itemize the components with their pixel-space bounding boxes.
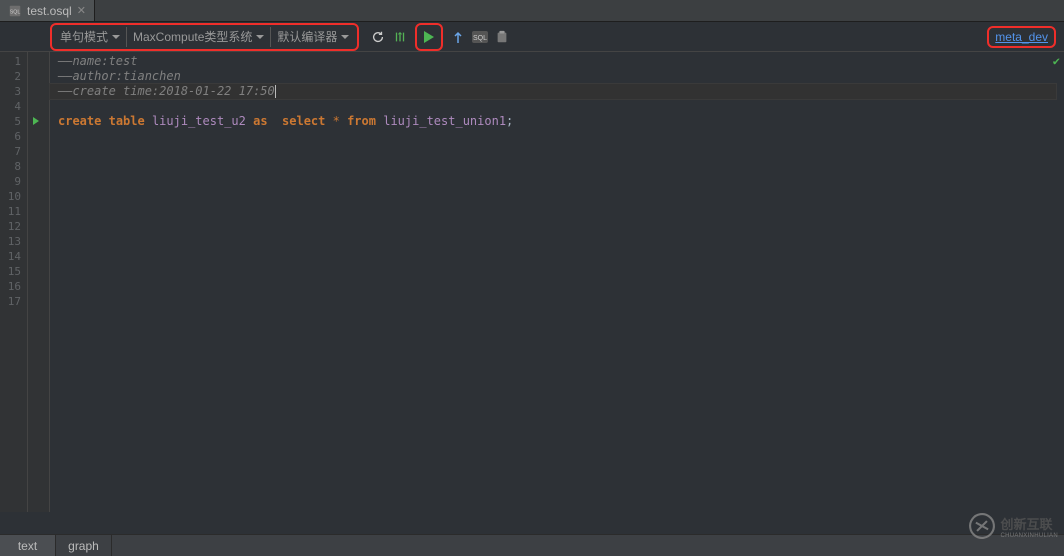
sql-file-icon: SQL	[8, 4, 22, 18]
bottom-tab-graph[interactable]: graph	[56, 535, 112, 556]
line-number: 4	[0, 99, 21, 114]
submit-button[interactable]	[447, 26, 469, 48]
type-system-label: MaxCompute类型系统	[133, 28, 252, 45]
line-number: 9	[0, 174, 21, 189]
line-number: 6	[0, 129, 21, 144]
code-line[interactable]: ——create time:2018-01-22 17:50	[50, 84, 1056, 99]
bottom-tab-bar: text graph	[0, 534, 1064, 556]
code-line[interactable]	[58, 159, 1056, 174]
toolbar: 单句模式 MaxCompute类型系统 默认编译器 SQL meta_dev	[0, 22, 1064, 52]
line-number: 1	[0, 54, 21, 69]
run-button[interactable]	[418, 26, 440, 48]
code-line[interactable]	[58, 174, 1056, 189]
status-ok-icon: ✔	[1053, 54, 1060, 69]
line-number: 7	[0, 144, 21, 159]
code-line[interactable]	[58, 249, 1056, 264]
editor: 1234567891011121314151617 ✔ ——name:test—…	[0, 52, 1064, 512]
code-line[interactable]	[58, 144, 1056, 159]
code-line[interactable]	[58, 204, 1056, 219]
mode-dropdown-group: 单句模式 MaxCompute类型系统 默认编译器	[50, 23, 359, 51]
play-icon	[424, 31, 434, 43]
run-marker-icon[interactable]	[33, 117, 39, 125]
watermark: 创新互联 CHUANXINHULIAN	[968, 512, 1058, 540]
watermark-sub: CHUANXINHULIAN	[1000, 533, 1058, 539]
line-number: 10	[0, 189, 21, 204]
svg-text:SQL: SQL	[10, 9, 21, 15]
code-line[interactable]: ——name:test	[58, 54, 1056, 69]
line-number: 12	[0, 219, 21, 234]
tab-bar: SQL test.osql ✕	[0, 0, 1064, 22]
type-system-dropdown[interactable]: MaxCompute类型系统	[127, 27, 271, 47]
paste-button[interactable]	[491, 26, 513, 48]
line-number: 14	[0, 249, 21, 264]
line-number: 11	[0, 204, 21, 219]
watermark-text: 创新互联 CHUANXINHULIAN	[1000, 514, 1058, 539]
code-line[interactable]: ——author:tianchen	[58, 69, 1056, 84]
code-line[interactable]	[58, 99, 1056, 114]
chevron-down-icon	[341, 35, 349, 39]
code-line[interactable]	[58, 234, 1056, 249]
compiler-label: 默认编译器	[277, 28, 337, 45]
line-number: 5	[0, 114, 21, 129]
line-number: 16	[0, 279, 21, 294]
line-number: 17	[0, 294, 21, 309]
refresh-button[interactable]	[367, 26, 389, 48]
chevron-down-icon	[112, 35, 120, 39]
code-area[interactable]: ✔ ——name:test——author:tianchen——create t…	[50, 52, 1064, 512]
statement-mode-dropdown[interactable]: 单句模式	[54, 27, 127, 47]
tab-filename: test.osql	[27, 4, 72, 18]
compiler-dropdown[interactable]: 默认编译器	[271, 27, 355, 47]
line-number: 15	[0, 264, 21, 279]
meta-dev-link[interactable]: meta_dev	[995, 30, 1048, 44]
run-button-highlight	[415, 23, 443, 51]
watermark-logo-icon	[967, 510, 999, 542]
statement-mode-label: 单句模式	[60, 28, 108, 45]
line-number: 8	[0, 159, 21, 174]
bottom-tab-text[interactable]: text	[0, 535, 56, 556]
code-line[interactable]	[58, 279, 1056, 294]
line-number: 3	[0, 84, 21, 99]
line-number-gutter: 1234567891011121314151617	[0, 52, 28, 512]
run-marker-gutter[interactable]	[28, 52, 50, 512]
code-line[interactable]	[58, 189, 1056, 204]
meta-dev-link-highlight: meta_dev	[987, 26, 1056, 48]
code-line[interactable]	[58, 129, 1056, 144]
code-line[interactable]	[58, 264, 1056, 279]
line-number: 2	[0, 69, 21, 84]
chevron-down-icon	[256, 35, 264, 39]
compile-button[interactable]	[389, 26, 411, 48]
close-tab-icon[interactable]: ✕	[77, 4, 86, 17]
sql-badge-button[interactable]: SQL	[469, 26, 491, 48]
line-number: 13	[0, 234, 21, 249]
watermark-brand: 创新互联	[1000, 514, 1058, 533]
code-line[interactable]: create table liuji_test_u2 as select * f…	[58, 114, 1056, 129]
code-line[interactable]	[58, 219, 1056, 234]
code-line[interactable]	[58, 294, 1056, 309]
svg-text:SQL: SQL	[473, 35, 487, 42]
file-tab[interactable]: SQL test.osql ✕	[0, 0, 95, 21]
